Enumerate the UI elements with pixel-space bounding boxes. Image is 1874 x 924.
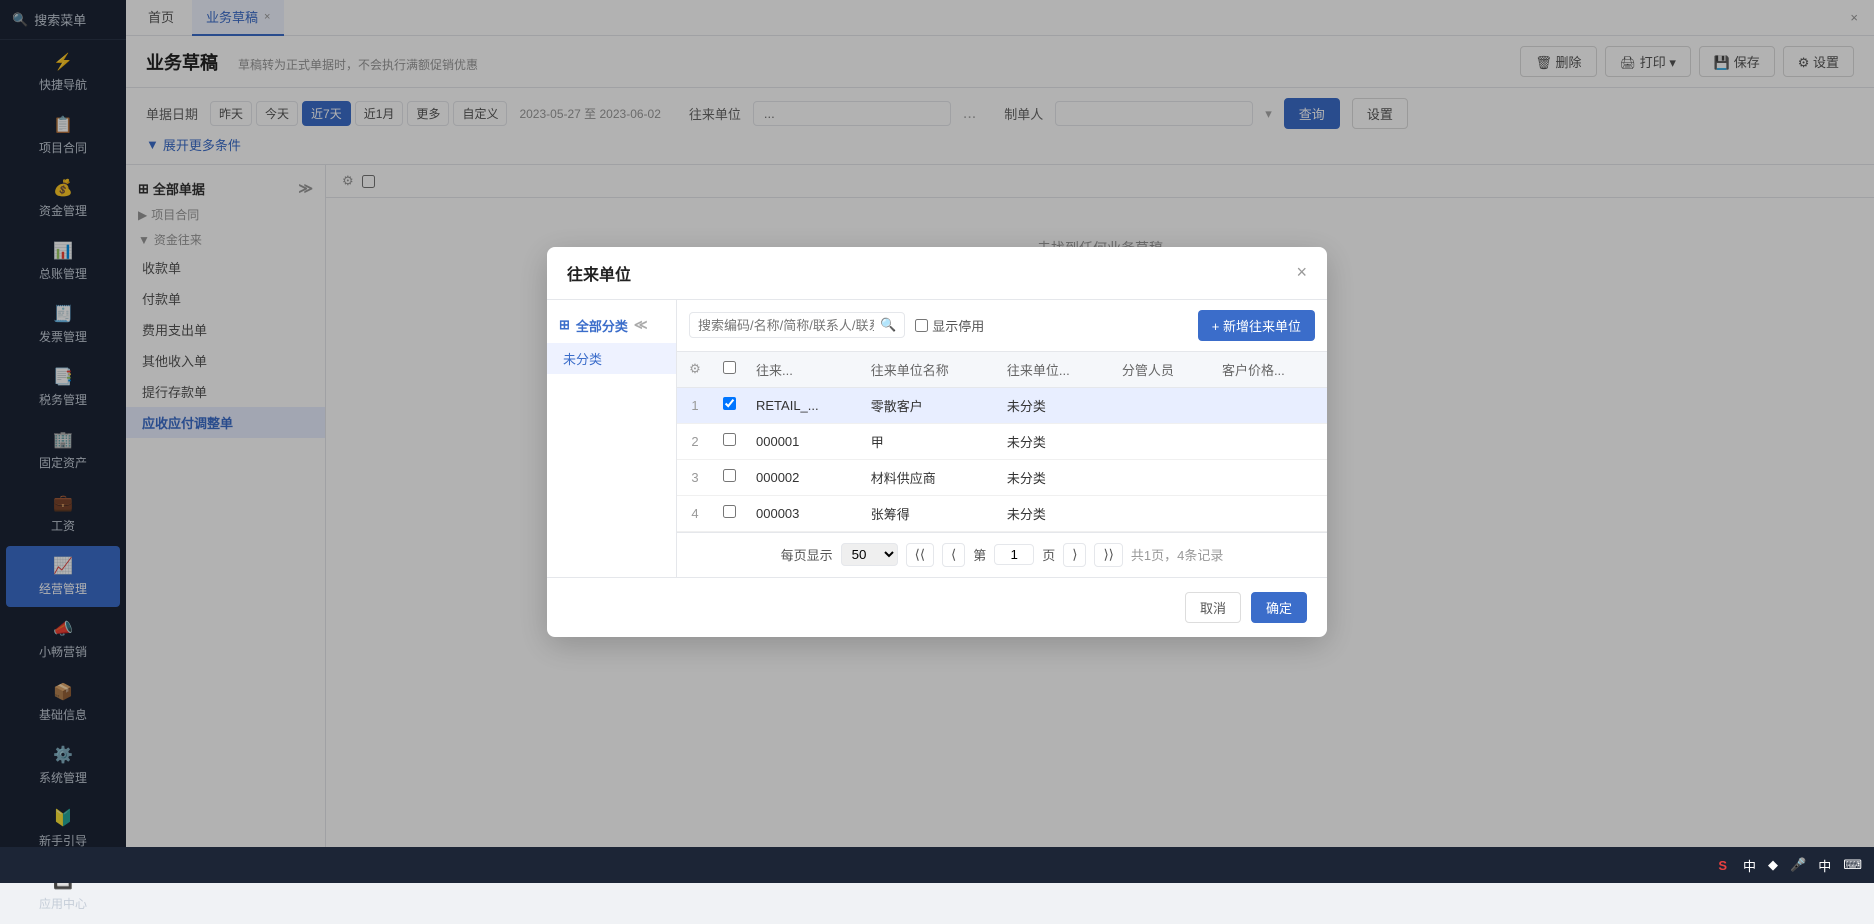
row-checkbox-cell: [713, 495, 746, 531]
sidebar-item-label-apps: 应用中心: [39, 895, 87, 912]
row-category: 未分类: [997, 459, 1112, 495]
row-name: 材料供应商: [861, 459, 997, 495]
select-all-checkbox[interactable]: [723, 361, 736, 374]
taskbar-item-2: ◆: [1768, 857, 1778, 873]
row-price-level: [1212, 387, 1327, 423]
page-next-button[interactable]: ⟩: [1063, 543, 1086, 567]
taskbar-item-3: 🎤: [1790, 857, 1806, 873]
row-checkbox[interactable]: [723, 397, 736, 410]
col-category: 往来单位...: [997, 352, 1112, 388]
dialog-pagination: 每页显示 50 100 ⟨⟨ ⟨ 第 页 ⟩ ⟩⟩ 共1页，4条记录: [677, 532, 1327, 577]
per-page-label: 每页显示: [781, 545, 833, 564]
dialog-search-wrap: 🔍: [689, 312, 905, 338]
page-label: 第: [973, 545, 986, 564]
row-manager: [1112, 459, 1212, 495]
table-row[interactable]: 4 000003 张筹得 未分类: [677, 495, 1327, 531]
col-name: 往来单位名称: [861, 352, 997, 388]
row-code: RETAIL_...: [746, 387, 861, 423]
dialog-close-button[interactable]: ×: [1296, 262, 1307, 283]
partners-table-body: 1 RETAIL_... 零散客户 未分类 2 000001 甲 未分类 3 0…: [677, 387, 1327, 531]
dialog-table: ⚙ 往来... 往来单位名称 往来单位... 分管人员 客户价格... 1: [677, 352, 1327, 532]
taskbar-logo: S: [1718, 858, 1727, 873]
row-checkbox-cell: [713, 387, 746, 423]
row-index: 1: [677, 387, 713, 423]
row-category: 未分类: [997, 495, 1112, 531]
show-disabled-label[interactable]: 显示停用: [915, 316, 984, 335]
dialog-header: 往来单位 ×: [547, 247, 1327, 300]
row-checkbox[interactable]: [723, 505, 736, 518]
taskbar: S 中 ◆ 🎤 中 ⌨: [0, 847, 1874, 883]
cancel-button[interactable]: 取消: [1185, 592, 1241, 623]
row-price-level: [1212, 459, 1327, 495]
page-unit: 页: [1042, 545, 1055, 564]
dialog-body: ⊞ 全部分类 ≪ 未分类 🔍 显示停用: [547, 300, 1327, 577]
row-index: 2: [677, 423, 713, 459]
row-index: 4: [677, 495, 713, 531]
col-select: [713, 352, 746, 388]
dsb-all-label: 全部分类: [576, 316, 628, 335]
dsb-item-uncategorized[interactable]: 未分类: [547, 343, 676, 374]
taskbar-item-4: 中: [1818, 856, 1831, 875]
dialog-search-icon: 🔍: [880, 317, 896, 333]
partners-table: ⚙ 往来... 往来单位名称 往来单位... 分管人员 客户价格... 1: [677, 352, 1327, 532]
dialog-main: 🔍 显示停用 + 新增往来单位 ⚙: [677, 300, 1327, 577]
col-code: 往来...: [746, 352, 861, 388]
dialog-sidebar-all[interactable]: ⊞ 全部分类 ≪: [547, 308, 676, 343]
row-name: 张筹得: [861, 495, 997, 531]
dialog: 往来单位 × ⊞ 全部分类 ≪ 未分类 🔍: [547, 247, 1327, 637]
page-prev-button[interactable]: ⟨: [942, 543, 965, 567]
row-manager: [1112, 423, 1212, 459]
col-settings: ⚙: [677, 352, 713, 388]
table-row[interactable]: 1 RETAIL_... 零散客户 未分类: [677, 387, 1327, 423]
page-total-info: 共1页，4条记录: [1131, 545, 1223, 564]
table-row[interactable]: 2 000001 甲 未分类: [677, 423, 1327, 459]
row-price-level: [1212, 495, 1327, 531]
row-checkbox-cell: [713, 423, 746, 459]
row-checkbox-cell: [713, 459, 746, 495]
row-manager: [1112, 495, 1212, 531]
row-code: 000003: [746, 495, 861, 531]
taskbar-item-5: ⌨: [1843, 857, 1862, 873]
page-number-input[interactable]: [994, 544, 1034, 565]
row-checkbox[interactable]: [723, 433, 736, 446]
dsb-grid-icon: ⊞: [559, 317, 570, 333]
row-index: 3: [677, 459, 713, 495]
table-header-row: ⚙ 往来... 往来单位名称 往来单位... 分管人员 客户价格...: [677, 352, 1327, 388]
dialog-title: 往来单位: [567, 261, 631, 285]
dialog-toolbar: 🔍 显示停用 + 新增往来单位: [677, 300, 1327, 352]
row-category: 未分类: [997, 387, 1112, 423]
dialog-overlay: 往来单位 × ⊞ 全部分类 ≪ 未分类 🔍: [0, 0, 1874, 883]
col-price-level: 客户价格...: [1212, 352, 1327, 388]
row-name: 零散客户: [861, 387, 997, 423]
page-first-button[interactable]: ⟨⟨: [906, 543, 934, 567]
row-manager: [1112, 387, 1212, 423]
row-price-level: [1212, 423, 1327, 459]
page-last-button[interactable]: ⟩⟩: [1094, 543, 1122, 567]
col-manager: 分管人员: [1112, 352, 1212, 388]
dialog-search-input[interactable]: [698, 318, 874, 333]
confirm-button[interactable]: 确定: [1251, 592, 1307, 623]
show-disabled-checkbox[interactable]: [915, 319, 928, 332]
row-name: 甲: [861, 423, 997, 459]
per-page-select[interactable]: 50 100: [841, 543, 898, 566]
row-code: 000001: [746, 423, 861, 459]
row-category: 未分类: [997, 423, 1112, 459]
dsb-collapse-icon[interactable]: ≪: [634, 317, 648, 333]
row-checkbox[interactable]: [723, 469, 736, 482]
dialog-footer: 取消 确定: [547, 577, 1327, 637]
dialog-sidebar: ⊞ 全部分类 ≪ 未分类: [547, 300, 677, 577]
taskbar-item-1: 中: [1743, 856, 1756, 875]
add-partner-button[interactable]: + 新增往来单位: [1198, 310, 1315, 341]
table-row[interactable]: 3 000002 材料供应商 未分类: [677, 459, 1327, 495]
row-code: 000002: [746, 459, 861, 495]
